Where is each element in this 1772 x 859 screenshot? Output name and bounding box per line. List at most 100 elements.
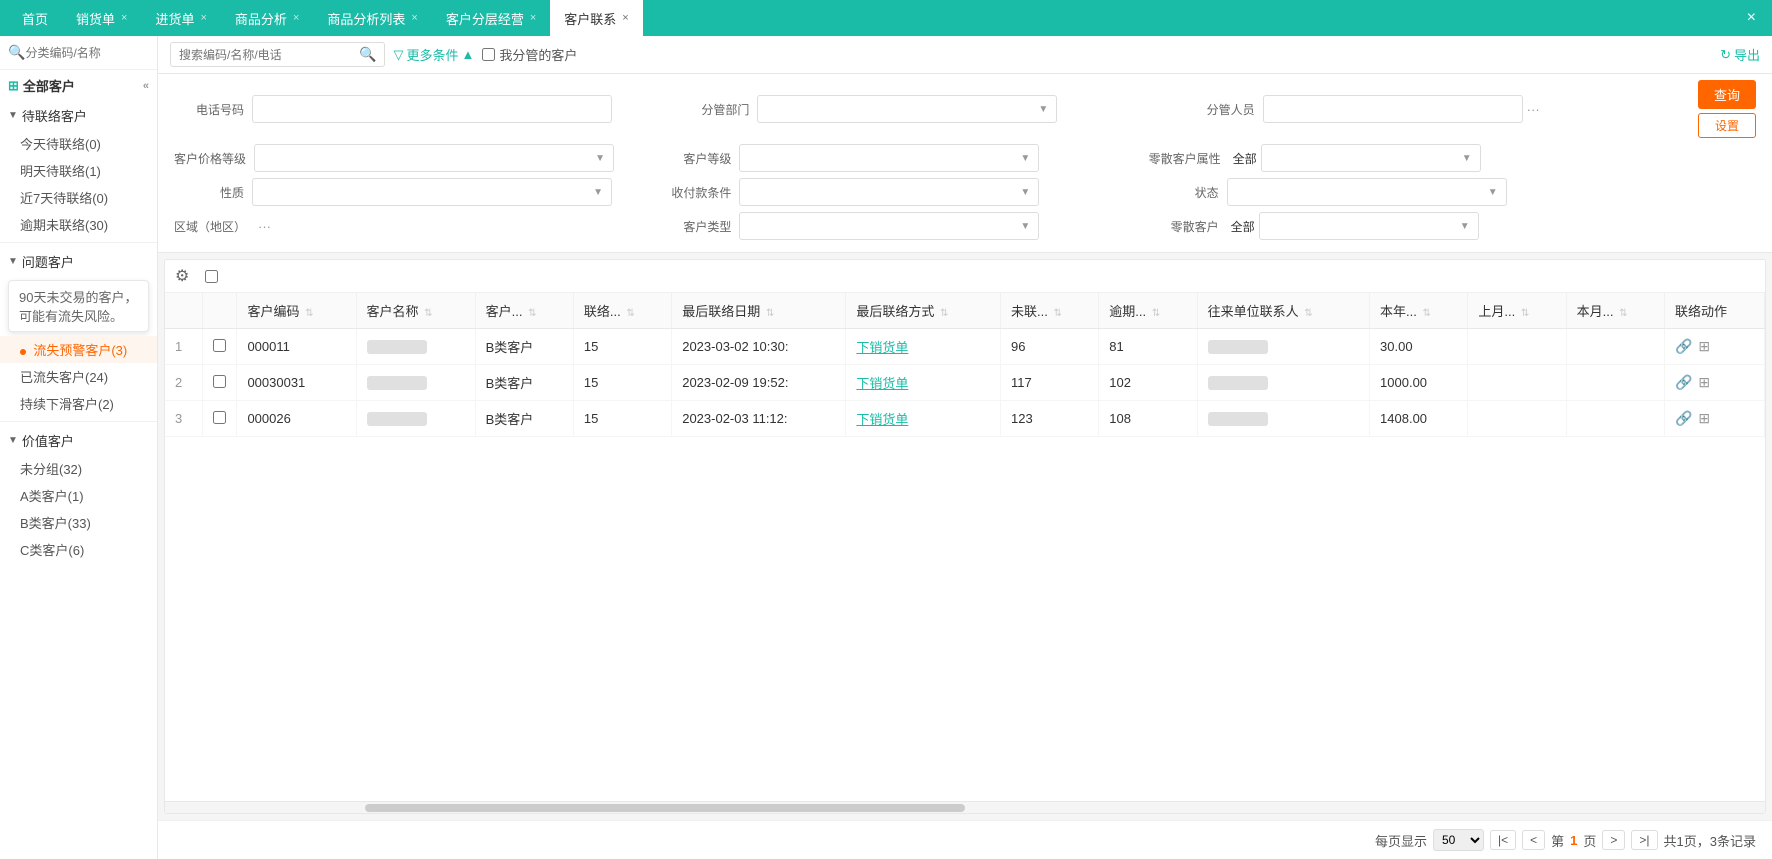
action-link-icon[interactable]: 🔗 bbox=[1675, 374, 1692, 391]
th-unit-contact[interactable]: 往来单位联系人 ⇅ bbox=[1197, 293, 1369, 329]
th-type[interactable]: 客户... ⇅ bbox=[475, 293, 573, 329]
sidebar-group-pending[interactable]: ▼ 待联络客户 bbox=[0, 101, 157, 130]
th-contact[interactable]: 联络... ⇅ bbox=[573, 293, 671, 329]
status-select[interactable]: ▼ bbox=[1227, 178, 1507, 206]
next-page-button[interactable]: > bbox=[1602, 830, 1625, 850]
customer-level-select[interactable]: ▼ bbox=[739, 144, 1039, 172]
tab-analysis-list[interactable]: 商品分析列表 × bbox=[313, 0, 431, 36]
payment-select[interactable]: ▼ bbox=[739, 178, 1039, 206]
scrollbar-thumb[interactable] bbox=[365, 804, 965, 812]
th-last-contact-way[interactable]: 最后联络方式 ⇅ bbox=[846, 293, 1001, 329]
row-checkbox[interactable] bbox=[213, 339, 226, 352]
row-checkbox[interactable] bbox=[213, 411, 226, 424]
th-code[interactable]: 客户编码 ⇅ bbox=[237, 293, 356, 329]
cell-this-year: 1408.00 bbox=[1370, 401, 1468, 437]
close-tab-purchase[interactable]: × bbox=[200, 12, 206, 24]
query-button[interactable]: 查询 bbox=[1698, 80, 1756, 109]
cell-type: B类客户 bbox=[475, 401, 573, 437]
scattered-select[interactable]: ▼ bbox=[1259, 212, 1479, 240]
cell-type: B类客户 bbox=[475, 329, 573, 365]
last-page-button[interactable]: >| bbox=[1631, 830, 1657, 850]
person-dots-button[interactable]: ··· bbox=[1527, 102, 1540, 117]
th-last-month[interactable]: 上月... ⇅ bbox=[1468, 293, 1566, 329]
sort-icon-way: ⇅ bbox=[940, 308, 948, 319]
sidebar-item-class-c[interactable]: C类客户(6) bbox=[0, 536, 157, 563]
sidebar-item-class-a[interactable]: A类客户(1) bbox=[0, 482, 157, 509]
page-size-select[interactable]: 50 100 200 bbox=[1433, 829, 1484, 851]
th-overdue[interactable]: 逾期... ⇅ bbox=[1099, 293, 1197, 329]
tab-sales[interactable]: 销货单 × bbox=[62, 0, 141, 36]
search-input[interactable] bbox=[179, 48, 359, 62]
person-input[interactable] bbox=[1263, 95, 1523, 123]
close-tab-analysis-list[interactable]: × bbox=[411, 12, 417, 24]
close-tab-customer-contact[interactable]: × bbox=[622, 12, 628, 24]
first-page-button[interactable]: |< bbox=[1490, 830, 1516, 850]
row-checkbox[interactable] bbox=[213, 375, 226, 388]
cell-uncontacted: 117 bbox=[1000, 365, 1098, 401]
close-tab-customer-layer[interactable]: × bbox=[530, 12, 536, 24]
close-window-button[interactable]: × bbox=[1739, 9, 1764, 27]
sidebar-search-wrap: 🔍 bbox=[0, 36, 157, 70]
customer-type-select[interactable]: ▼ bbox=[739, 212, 1039, 240]
region-dots-button[interactable]: ··· bbox=[258, 219, 271, 234]
table-container[interactable]: 客户编码 ⇅ 客户名称 ⇅ 客户... ⇅ bbox=[165, 293, 1765, 801]
sidebar-search-input[interactable] bbox=[25, 46, 158, 60]
tab-purchase[interactable]: 进货单 × bbox=[141, 0, 220, 36]
sidebar-item-week-pending[interactable]: 近7天待联络(0) bbox=[0, 184, 157, 211]
export-button[interactable]: ↻ 导出 bbox=[1720, 45, 1760, 64]
action-grid-icon[interactable]: ⊞ bbox=[1698, 338, 1710, 355]
sidebar-item-declining[interactable]: 持续下滑客户(2) bbox=[0, 390, 157, 417]
th-this-month[interactable]: 本月... ⇅ bbox=[1566, 293, 1664, 329]
sidebar-item-tomorrow-pending[interactable]: 明天待联络(1) bbox=[0, 157, 157, 184]
tab-analysis[interactable]: 商品分析 × bbox=[221, 0, 313, 36]
dept-select[interactable]: ▼ bbox=[757, 95, 1057, 123]
sidebar-item-today-pending[interactable]: 今天待联络(0) bbox=[0, 130, 157, 157]
more-conditions-button[interactable]: ▽ 更多条件 ▲ bbox=[393, 45, 474, 64]
th-this-year[interactable]: 本年... ⇅ bbox=[1370, 293, 1468, 329]
my-customers-checkbox-wrap: 我分管的客户 bbox=[482, 45, 577, 64]
th-uncontacted[interactable]: 未联... ⇅ bbox=[1000, 293, 1098, 329]
nature-select[interactable]: ▼ bbox=[252, 178, 612, 206]
cell-checkbox[interactable] bbox=[203, 329, 237, 365]
close-tab-sales[interactable]: × bbox=[121, 12, 127, 24]
phone-input[interactable] bbox=[252, 95, 612, 123]
table-gear-button[interactable]: ⚙ bbox=[175, 266, 189, 286]
cell-checkbox[interactable] bbox=[203, 365, 237, 401]
sidebar-group-value[interactable]: ▼ 价值客户 bbox=[0, 426, 157, 455]
sidebar-item-already-churn[interactable]: 已流失客户(24) bbox=[0, 363, 157, 390]
prev-page-button[interactable]: < bbox=[1522, 830, 1545, 850]
search-icon[interactable]: 🔍 bbox=[359, 46, 376, 63]
close-tab-analysis[interactable]: × bbox=[293, 12, 299, 24]
contact-way-link[interactable]: 下销货单 bbox=[856, 412, 908, 427]
my-customers-checkbox[interactable] bbox=[482, 48, 495, 61]
th-last-contact-date[interactable]: 最后联络日期 ⇅ bbox=[672, 293, 846, 329]
tab-customer-layer[interactable]: 客户分层经营 × bbox=[432, 0, 550, 36]
horizontal-scrollbar[interactable] bbox=[165, 801, 1765, 813]
sort-icon-unit: ⇅ bbox=[1304, 308, 1312, 319]
sidebar-item-overdue-pending[interactable]: 逾期未联络(30) bbox=[0, 211, 157, 238]
sidebar-item-ungrouped[interactable]: 未分组(32) bbox=[0, 455, 157, 482]
select-all-checkbox[interactable] bbox=[205, 270, 218, 283]
price-level-select[interactable]: ▼ bbox=[254, 144, 614, 172]
sidebar-item-class-b[interactable]: B类客户(33) bbox=[0, 509, 157, 536]
contact-way-link[interactable]: 下销货单 bbox=[856, 376, 908, 391]
sort-icon-uncontacted: ⇅ bbox=[1053, 308, 1061, 319]
settings-button[interactable]: 设置 bbox=[1698, 113, 1756, 138]
scattered-attr-select[interactable]: ▼ bbox=[1261, 144, 1481, 172]
sidebar-root-title[interactable]: ⊞ 全部客户 « bbox=[0, 70, 157, 101]
action-link-icon[interactable]: 🔗 bbox=[1675, 338, 1692, 355]
action-grid-icon[interactable]: ⊞ bbox=[1698, 374, 1710, 391]
contact-way-link[interactable]: 下销货单 bbox=[856, 340, 908, 355]
filter-row-1: 电话号码 分管部门 ▼ 分管人员 ··· 查询 设置 bbox=[174, 80, 1756, 138]
filter-field-scattered: 零散客户 全部 ▼ bbox=[1149, 212, 1636, 240]
problem-customer-tooltip: 90天未交易的客户，可能有流失风险。 bbox=[8, 280, 149, 332]
sidebar-item-churn-warning[interactable]: 流失预警客户(3) bbox=[0, 336, 157, 363]
tab-customer-contact[interactable]: 客户联系 × bbox=[550, 0, 642, 36]
action-grid-icon[interactable]: ⊞ bbox=[1698, 410, 1710, 427]
th-name[interactable]: 客户名称 ⇅ bbox=[356, 293, 475, 329]
tab-home[interactable]: 首页 bbox=[8, 0, 62, 36]
table-row: 3 000026 B类客户 15 2023-02-03 11:12: 下销货单 … bbox=[165, 401, 1765, 437]
action-link-icon[interactable]: 🔗 bbox=[1675, 410, 1692, 427]
cell-checkbox[interactable] bbox=[203, 401, 237, 437]
sidebar-group-problem[interactable]: ▼ 问题客户 bbox=[0, 247, 157, 276]
